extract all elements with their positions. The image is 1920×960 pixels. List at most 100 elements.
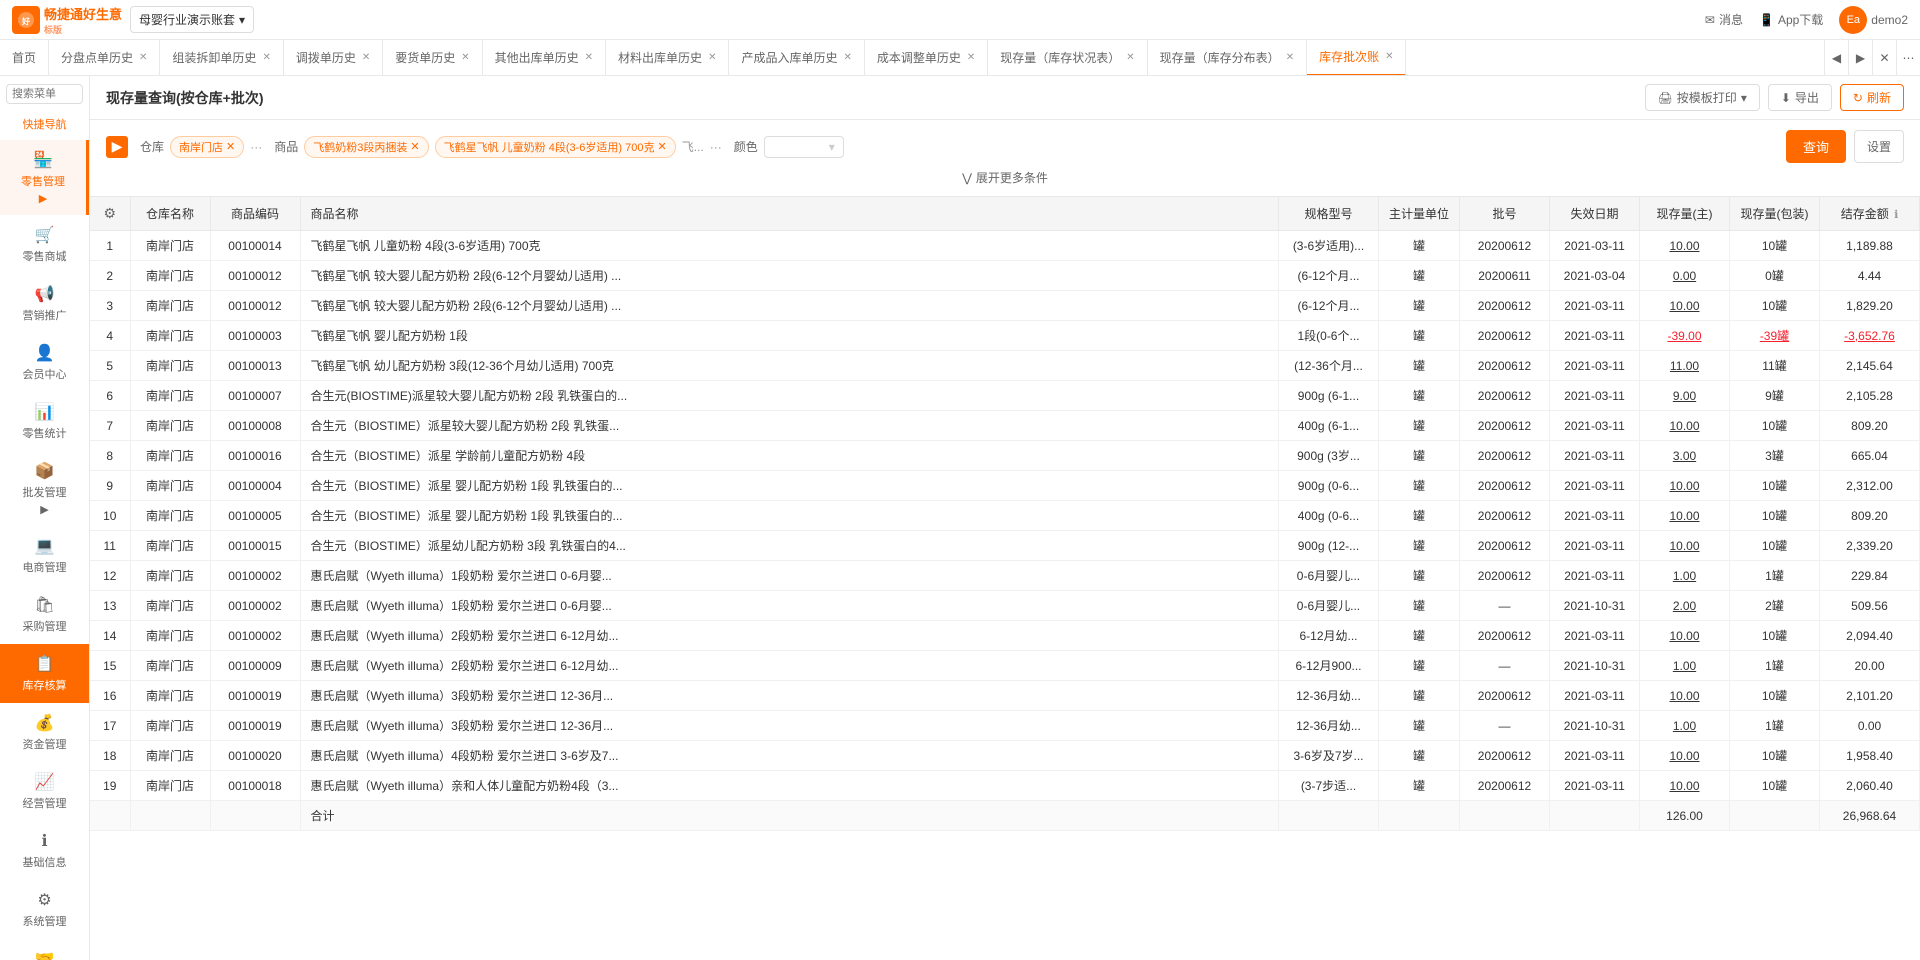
tab-1[interactable]: 组装拆卸单历史 ✕ [160,40,283,76]
sidebar-item-retail-mgmt[interactable]: 🏪 零售管理 ▶ [0,140,89,215]
warehouse-tag[interactable]: 南岸门店 ✕ [170,136,244,158]
cell-stock-main[interactable]: 1.00 [1640,651,1730,681]
cell-stock-main[interactable]: 10.00 [1640,231,1730,261]
cell-stock-main[interactable]: 10.00 [1640,471,1730,501]
sidebar-item-wholesale[interactable]: 📦 批发管理 ▶ [0,451,89,526]
sidebar-item-business[interactable]: 📈 经营管理 [0,762,89,821]
cell-stock-main[interactable]: 9.00 [1640,381,1730,411]
cell-unit: 罐 [1378,771,1459,801]
close-tab-6[interactable]: ✕ [843,52,851,63]
color-dropdown[interactable]: ▾ [764,136,844,158]
cell-stock-main[interactable]: 2.00 [1640,591,1730,621]
warehouse-more[interactable]: ··· [250,140,262,154]
product-tag-1[interactable]: 飞鹤星飞帆 儿童奶粉 4段(3-6岁适用) 700克 ✕ [435,136,676,158]
tab-9[interactable]: 现存量（库存分布表） ✕ [1148,40,1307,76]
cell-stock-main[interactable]: 3.00 [1640,441,1730,471]
close-tab-5[interactable]: ✕ [708,52,716,63]
table-body: 1 南岸门店 00100014 飞鹤星飞帆 儿童奶粉 4段(3-6岁适用) 70… [90,231,1920,801]
nav-arrow-right[interactable]: ▶ [1848,40,1872,76]
cell-balance: 2,105.28 [1820,381,1920,411]
main-layout: 快捷导航 🏪 零售管理 ▶ 🛒 零售商城 📢 营销推广 👤 会员中心 📊 [0,76,1920,960]
sidebar: 快捷导航 🏪 零售管理 ▶ 🛒 零售商城 📢 营销推广 👤 会员中心 📊 [0,76,90,960]
tab-2[interactable]: 调拨单历史 ✕ [284,40,383,76]
cell-stock-main[interactable]: 10.00 [1640,741,1730,771]
sidebar-item-member[interactable]: 👤 会员中心 [0,333,89,392]
export-btn[interactable]: ⬇ 导出 [1768,84,1832,111]
toggle-filter-btn[interactable]: ▶ [106,136,128,158]
sidebar-item-marketing[interactable]: 📢 营销推广 [0,274,89,333]
remove-product-tag-1[interactable]: ✕ [657,140,666,153]
cell-stock-main[interactable]: 1.00 [1640,711,1730,741]
sidebar-search-area [0,76,89,112]
query-button[interactable]: 查询 [1786,130,1846,163]
account-selector[interactable]: 母婴行业演示账套 ▾ [130,6,254,33]
sidebar-item-system[interactable]: ⚙ 系统管理 [0,880,89,939]
cell-stock-main[interactable]: 10.00 [1640,681,1730,711]
sidebar-item-inventory[interactable]: 📋 库存核算 [0,644,89,703]
tab-10[interactable]: 库存批次账 ✕ [1307,40,1406,76]
sidebar-item-retail-mall[interactable]: 🛒 零售商城 [0,215,89,274]
print-btn[interactable]: 🖨 按模板打印 ▾ [1645,84,1760,111]
sidebar-item-basic-info[interactable]: ℹ 基础信息 [0,821,89,880]
cell-stock-main[interactable]: 11.00 [1640,351,1730,381]
cell-stock-main[interactable]: 1.00 [1640,561,1730,591]
cell-name: 惠氏启赋（Wyeth illuma）2段奶粉 爱尔兰进口 6-12月幼... [300,621,1278,651]
balance-info-icon[interactable]: ℹ [1894,209,1898,221]
th-settings[interactable]: ⚙ [90,197,130,231]
sidebar-item-retail-stats[interactable]: 📊 零售统计 [0,392,89,451]
sidebar-item-enterprise[interactable]: 🤝 企业协同 [0,939,89,960]
cell-stock-main[interactable]: 0.00 [1640,261,1730,291]
avatar: Ea [1839,6,1867,34]
cell-unit: 罐 [1378,561,1459,591]
close-tab-0[interactable]: ✕ [139,52,147,63]
cell-code: 00100014 [210,231,300,261]
close-tab-8[interactable]: ✕ [1126,52,1134,63]
product-more[interactable]: ··· [710,140,722,154]
cell-stock-main[interactable]: 10.00 [1640,291,1730,321]
close-tab-10[interactable]: ✕ [1385,51,1393,62]
tab-0[interactable]: 分盘点单历史 ✕ [49,40,160,76]
close-tab-1[interactable]: ✕ [262,52,270,63]
tab-4[interactable]: 其他出库单历史 ✕ [483,40,606,76]
remove-warehouse-tag[interactable]: ✕ [226,140,235,153]
tab-home[interactable]: 首页 [0,40,49,76]
search-input[interactable] [6,84,83,104]
sidebar-item-ecom[interactable]: 💻 电商管理 [0,526,89,585]
sidebar-item-purchase[interactable]: 🛍 采购管理 [0,585,89,644]
nav-close-btn[interactable]: ✕ [1872,40,1896,76]
nav-more-btn[interactable]: ⋯ [1896,40,1920,76]
cell-stock-main[interactable]: 10.00 [1640,501,1730,531]
tab-7[interactable]: 成本调整单历史 ✕ [865,40,988,76]
close-tab-3[interactable]: ✕ [461,52,469,63]
settings-button[interactable]: 设置 [1854,130,1904,163]
sidebar-quick-nav[interactable]: 快捷导航 [0,112,89,136]
close-tab-4[interactable]: ✕ [585,52,593,63]
product-tag-more[interactable]: 飞... [682,138,704,155]
tab-8[interactable]: 现存量（库存状况表） ✕ [988,40,1147,76]
tab-5[interactable]: 材料出库单历史 ✕ [606,40,729,76]
user-avatar[interactable]: Ea demo2 [1839,6,1908,34]
tab-3[interactable]: 要货单历史 ✕ [383,40,482,76]
cell-balance: 20.00 [1820,651,1920,681]
table-row: 2 南岸门店 00100012 飞鹤星飞帆 较大婴儿配方奶粉 2段(6-12个月… [90,261,1920,291]
tab-6[interactable]: 产成品入库单历史 ✕ [729,40,864,76]
cell-stock-main[interactable]: 10.00 [1640,621,1730,651]
cell-code: 00100020 [210,741,300,771]
nav-arrow-left[interactable]: ◀ [1824,40,1848,76]
app-download-btn[interactable]: 📱 App下载 [1759,11,1823,28]
product-tag-0[interactable]: 飞鹤奶粉3段丙捆装 ✕ [304,136,428,158]
cell-stock-main[interactable]: 10.00 [1640,771,1730,801]
sidebar-item-finance[interactable]: 💰 资金管理 [0,703,89,762]
close-tab-9[interactable]: ✕ [1286,52,1294,63]
cell-stock-main[interactable]: 10.00 [1640,411,1730,441]
close-tab-2[interactable]: ✕ [362,52,370,63]
cell-name: 合生元（BIOSTIME）派星 学龄前儿童配方奶粉 4段 [300,441,1278,471]
cell-num: 14 [90,621,130,651]
close-tab-7[interactable]: ✕ [967,52,975,63]
cell-stock-main[interactable]: 10.00 [1640,531,1730,561]
table-settings-icon[interactable]: ⚙ [103,205,116,221]
refresh-btn[interactable]: ↻ 刷新 [1840,84,1904,111]
message-btn[interactable]: ✉ 消息 [1705,11,1743,28]
remove-product-tag-0[interactable]: ✕ [410,140,419,153]
expand-more-btn[interactable]: ⋁ 展开更多条件 [106,163,1904,186]
